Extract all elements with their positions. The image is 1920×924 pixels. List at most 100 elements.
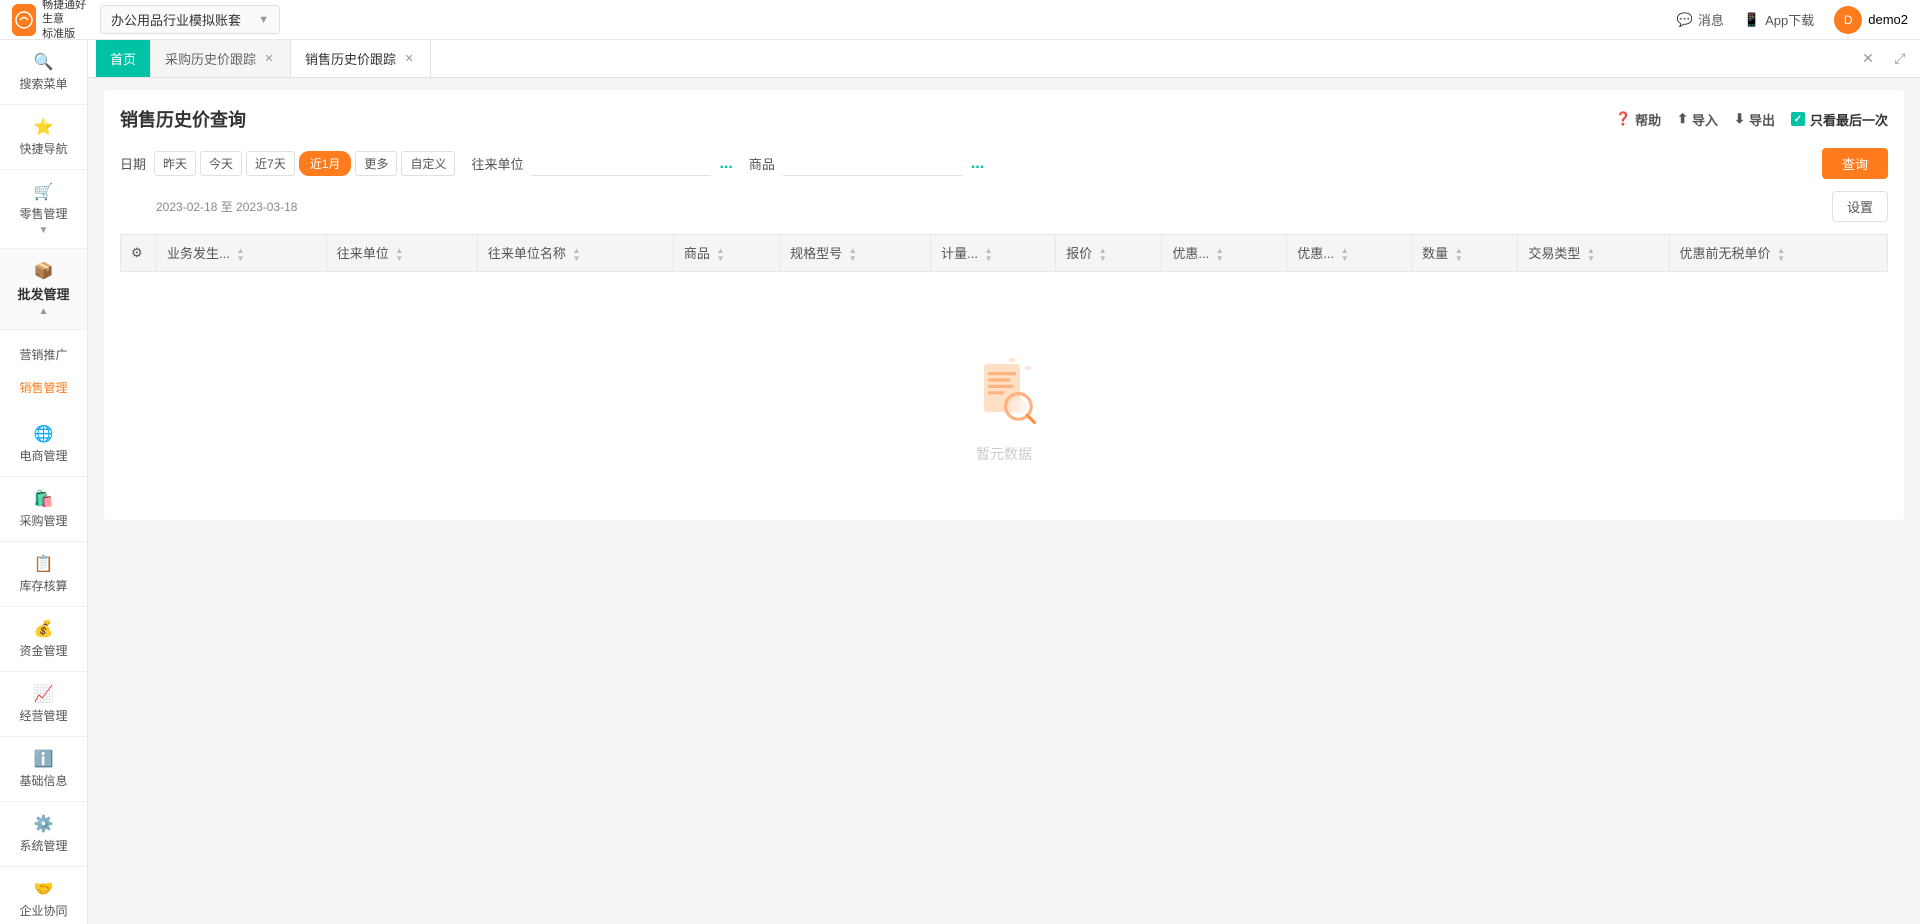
tabs-bar: 首页 采购历史价跟踪 ✕ 销售历史价跟踪 ✕ ✕ ⤢ bbox=[88, 40, 1920, 78]
table-col-partner[interactable]: 往来单位 ▲▼ bbox=[326, 235, 477, 272]
sort-icon: ▲▼ bbox=[716, 247, 724, 263]
date-btn-yesterday[interactable]: 昨天 bbox=[154, 151, 196, 176]
sort-icon: ▲▼ bbox=[1455, 247, 1463, 263]
empty-row: 暂元数据 bbox=[121, 271, 1888, 504]
sidebar-item-label: 经营管理 bbox=[19, 707, 67, 724]
sort-icon: ▲▼ bbox=[1587, 247, 1595, 263]
chevron-up-icon: ▲ bbox=[39, 306, 49, 317]
sidebar-item-wholesale[interactable]: 📦 批发管理 ▲ bbox=[0, 249, 87, 330]
table-col-unit[interactable]: 计量... ▲▼ bbox=[931, 235, 1056, 272]
sidebar-item-label: 资金管理 bbox=[19, 642, 67, 659]
table-col-pretax-price[interactable]: 优惠前无税单价 ▲▼ bbox=[1669, 235, 1888, 272]
empty-state: 暂元数据 bbox=[121, 272, 1888, 504]
sidebar-item-ecommerce[interactable]: 🌐 电商管理 bbox=[0, 412, 87, 477]
product-label: 商品 bbox=[749, 154, 775, 173]
only-last-label: 只看最后一次 bbox=[1810, 110, 1888, 129]
sidebar-item-label: 快捷导航 bbox=[19, 140, 67, 157]
date-btn-custom[interactable]: 自定义 bbox=[401, 151, 455, 176]
data-table: ⚙ 业务发生... ▲▼ 往来单位 ▲▼ bbox=[120, 234, 1888, 504]
tab-sales[interactable]: 销售历史价跟踪 ✕ bbox=[291, 40, 431, 77]
product-input[interactable] bbox=[783, 152, 963, 176]
table-col-partner-name[interactable]: 往来单位名称 ▲▼ bbox=[477, 235, 673, 272]
user-profile[interactable]: D demo2 bbox=[1834, 6, 1908, 34]
partner-input[interactable] bbox=[531, 152, 711, 176]
username: demo2 bbox=[1868, 12, 1908, 27]
partner-dots-button[interactable]: ... bbox=[719, 155, 732, 173]
table-col-discount1[interactable]: 优惠... ▲▼ bbox=[1162, 235, 1287, 272]
only-last-checkbox[interactable]: ✓ 只看最后一次 bbox=[1791, 110, 1888, 129]
help-button[interactable]: ❓ 帮助 bbox=[1615, 110, 1661, 129]
close-all-tabs-button[interactable]: ✕ bbox=[1856, 47, 1880, 71]
inventory-icon: 📋 bbox=[34, 554, 54, 574]
table-col-spec[interactable]: 规格型号 ▲▼ bbox=[780, 235, 931, 272]
table-body: 暂元数据 bbox=[121, 271, 1888, 504]
help-icon: ❓ bbox=[1615, 111, 1631, 127]
table-col-settings[interactable]: ⚙ bbox=[121, 235, 157, 272]
product-dots-button[interactable]: ... bbox=[971, 155, 984, 173]
table-col-product[interactable]: 商品 ▲▼ bbox=[673, 235, 779, 272]
partner-label: 往来单位 bbox=[471, 154, 523, 173]
sidebar-item-label: 系统管理 bbox=[19, 837, 67, 854]
sidebar-item-basic[interactable]: ℹ️ 基础信息 bbox=[0, 737, 87, 802]
sidebar: 🔍 搜索菜单 ⭐ 快捷导航 🛒 零售管理 ▼ 📦 批发管理 ▲ 营销推广 销售管… bbox=[0, 40, 88, 924]
empty-state-illustration bbox=[964, 352, 1044, 432]
date-btn-more[interactable]: 更多 bbox=[355, 151, 397, 176]
tabs-actions: ✕ ⤢ bbox=[1856, 47, 1912, 71]
table-col-quantity[interactable]: 数量 ▲▼ bbox=[1412, 235, 1518, 272]
sidebar-item-salesmgr[interactable]: 销售管理 bbox=[0, 371, 87, 404]
tab-purchase-close[interactable]: ✕ bbox=[262, 52, 276, 66]
date-btn-1month[interactable]: 近1月 bbox=[299, 151, 352, 176]
maximize-button[interactable]: ⤢ bbox=[1888, 47, 1912, 71]
sidebar-item-quick[interactable]: ⭐ 快捷导航 bbox=[0, 105, 87, 170]
query-button[interactable]: 查询 bbox=[1822, 148, 1888, 179]
export-button[interactable]: ⬇ 导出 bbox=[1734, 110, 1775, 129]
system-icon: ⚙️ bbox=[34, 814, 54, 834]
top-bar-right: 💬 消息 📱 App下载 D demo2 bbox=[1677, 6, 1908, 34]
date-btn-today[interactable]: 今天 bbox=[200, 151, 242, 176]
sidebar-item-marketing[interactable]: 营销推广 bbox=[0, 338, 87, 371]
table-col-date[interactable]: 业务发生... ▲▼ bbox=[157, 235, 327, 272]
sidebar-item-system[interactable]: ⚙️ 系统管理 bbox=[0, 802, 87, 867]
workspace-selector[interactable]: 办公用品行业模拟账套 ▼ bbox=[100, 5, 280, 34]
button-group: 查询 bbox=[1822, 148, 1888, 179]
table-col-discount2[interactable]: 优惠... ▲▼ bbox=[1287, 235, 1412, 272]
app-download-action[interactable]: 📱 App下载 bbox=[1744, 10, 1814, 29]
col-date-label: 业务发生... bbox=[167, 246, 230, 261]
wholesale-submenu: 营销推广 销售管理 bbox=[0, 330, 87, 412]
import-button[interactable]: ⬆ 导入 bbox=[1677, 110, 1718, 129]
sidebar-item-enterprise[interactable]: 🤝 企业协同 bbox=[0, 867, 87, 924]
sidebar-item-retail[interactable]: 🛒 零售管理 ▼ bbox=[0, 170, 87, 249]
main-card: 销售历史价查询 ❓ 帮助 ⬆ 导入 ⬇ 导出 bbox=[104, 90, 1904, 520]
avatar: D bbox=[1834, 6, 1862, 34]
table-col-price[interactable]: 报价 ▲▼ bbox=[1056, 235, 1162, 272]
table-col-trade-type[interactable]: 交易类型 ▲▼ bbox=[1518, 235, 1669, 272]
settings-button[interactable]: 设置 bbox=[1832, 191, 1888, 222]
sort-icon: ▲▼ bbox=[849, 247, 857, 263]
sidebar-item-finance[interactable]: 💰 资金管理 bbox=[0, 607, 87, 672]
sort-icon: ▲▼ bbox=[1099, 247, 1107, 263]
col-partner-name-label: 往来单位名称 bbox=[488, 246, 566, 261]
col-product-label: 商品 bbox=[684, 246, 710, 261]
chevron-down-icon: ▼ bbox=[39, 225, 49, 236]
sidebar-item-operations[interactable]: 📈 经营管理 bbox=[0, 672, 87, 737]
page-title: 销售历史价查询 bbox=[120, 106, 246, 132]
col-trade-type-label: 交易类型 bbox=[1528, 246, 1580, 261]
sidebar-item-inventory[interactable]: 📋 库存核算 bbox=[0, 542, 87, 607]
col-pretax-price-label: 优惠前无税单价 bbox=[1680, 246, 1771, 261]
col-unit-label: 计量... bbox=[941, 246, 978, 261]
workspace-dropdown-icon: ▼ bbox=[258, 14, 269, 26]
import-icon: ⬆ bbox=[1677, 111, 1688, 127]
sidebar-item-purchase[interactable]: 🛍️ 采购管理 bbox=[0, 477, 87, 542]
tab-home[interactable]: 首页 bbox=[96, 40, 151, 77]
tab-purchase[interactable]: 采购历史价跟踪 ✕ bbox=[151, 40, 291, 77]
export-icon: ⬇ bbox=[1734, 111, 1745, 127]
sidebar-item-label: 搜索菜单 bbox=[19, 75, 67, 92]
tab-home-label: 首页 bbox=[110, 49, 136, 68]
sidebar-item-search[interactable]: 🔍 搜索菜单 bbox=[0, 40, 87, 105]
date-btn-7days[interactable]: 近7天 bbox=[246, 151, 295, 176]
top-bar: 畅捷通好生意 标准版 办公用品行业模拟账套 ▼ 💬 消息 📱 App下载 D d… bbox=[0, 0, 1920, 40]
table-head: ⚙ 业务发生... ▲▼ 往来单位 ▲▼ bbox=[121, 235, 1888, 272]
message-action[interactable]: 💬 消息 bbox=[1677, 10, 1724, 29]
tab-sales-close[interactable]: ✕ bbox=[402, 52, 416, 66]
filter-bar: 日期 昨天 今天 近7天 近1月 更多 自定义 往来单位 .. bbox=[120, 148, 1888, 179]
